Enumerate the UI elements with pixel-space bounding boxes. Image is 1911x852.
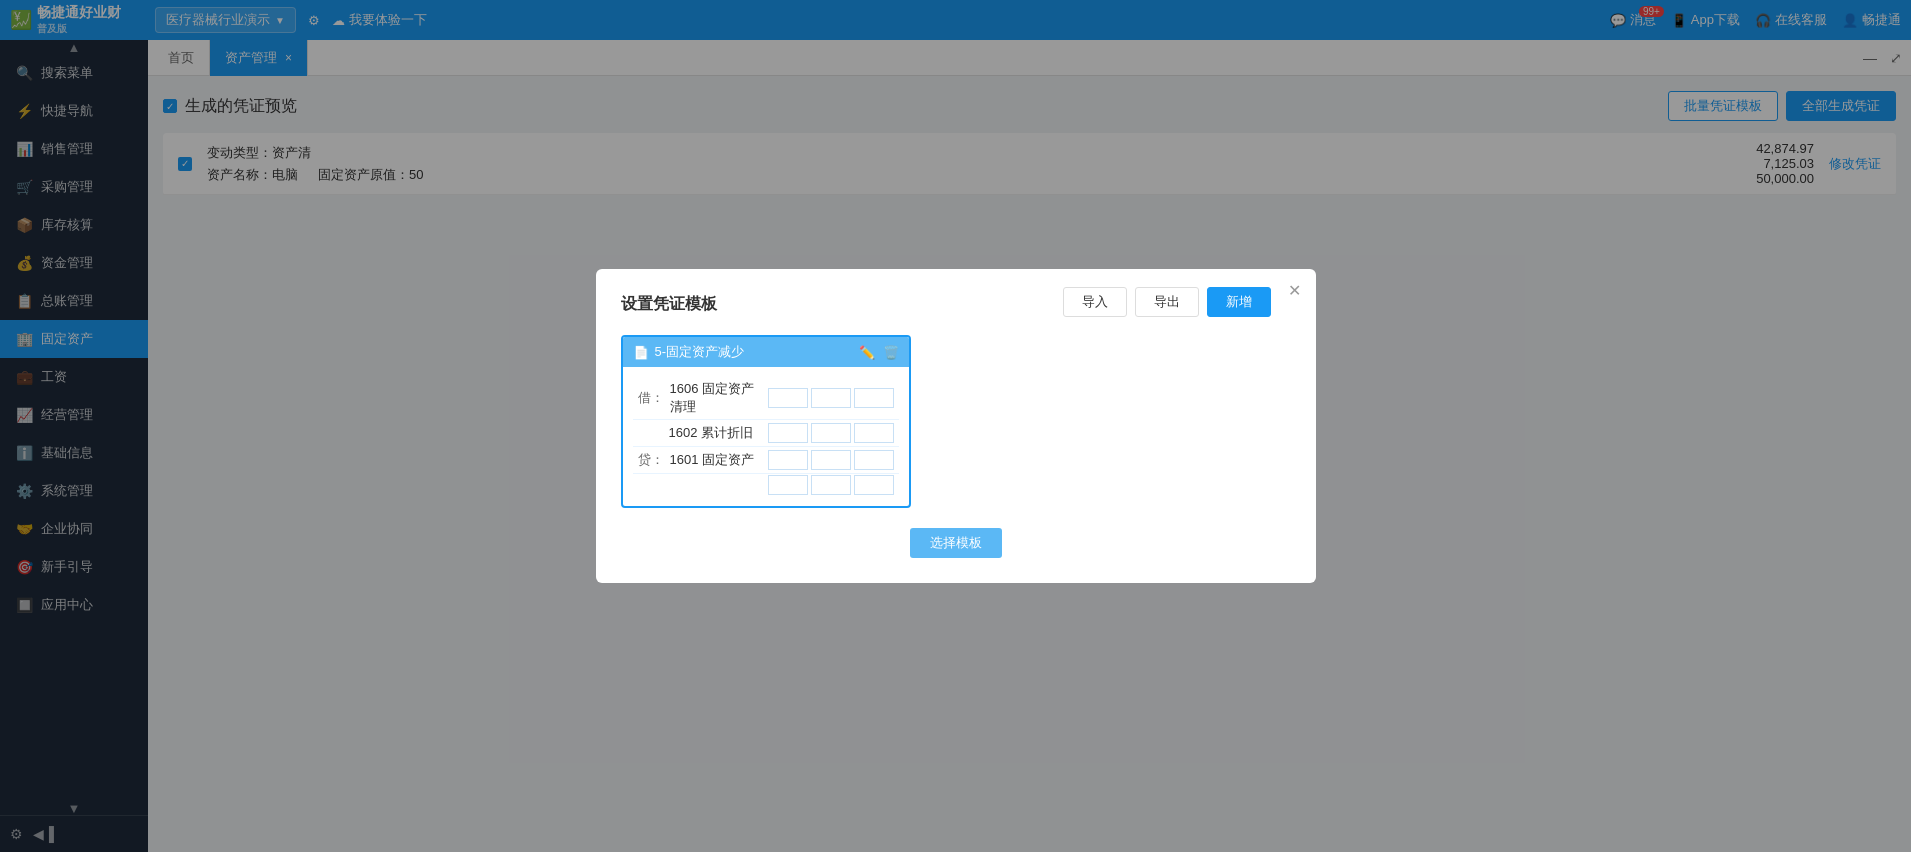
template-name: 5-固定资产减少 bbox=[655, 343, 745, 361]
template-card-body: 借： 1606 固定资产清理 1602 累计折旧 bbox=[623, 367, 909, 506]
col-box-11 bbox=[811, 475, 851, 495]
template-card: 📄 5-固定资产减少 ✏️ 🗑️ 借： 1606 固定资产清理 bbox=[621, 335, 911, 508]
col-box-3 bbox=[854, 388, 894, 408]
template-debit-row-2: 1602 累计折旧 bbox=[633, 420, 899, 447]
debit-cols-2 bbox=[768, 423, 894, 443]
col-box-12 bbox=[854, 475, 894, 495]
credit-account-1: 1601 固定资产 bbox=[670, 451, 762, 469]
modal-toolbar: 导入 导出 新增 bbox=[1063, 287, 1271, 317]
modal-overlay: 设置凭证模板 导入 导出 新增 ✕ 📄 5-固定资产减少 ✏️ 🗑️ 借： bbox=[0, 0, 1911, 852]
col-box-2 bbox=[811, 388, 851, 408]
template-header-icons: ✏️ 🗑️ bbox=[859, 345, 899, 360]
col-box-6 bbox=[854, 423, 894, 443]
template-debit-row-1: 借： 1606 固定资产清理 bbox=[633, 377, 899, 420]
template-credit-row-1: 贷： 1601 固定资产 bbox=[633, 447, 899, 474]
debit-cols-1 bbox=[768, 388, 894, 408]
col-box-9 bbox=[854, 450, 894, 470]
col-box-8 bbox=[811, 450, 851, 470]
col-box-4 bbox=[768, 423, 808, 443]
col-box-5 bbox=[811, 423, 851, 443]
col-box-1 bbox=[768, 388, 808, 408]
credit-label-1: 贷： bbox=[638, 451, 664, 469]
credit-cols-1 bbox=[768, 450, 894, 470]
modal-close-btn[interactable]: ✕ bbox=[1288, 281, 1301, 300]
template-header-left: 📄 5-固定资产减少 bbox=[633, 343, 745, 361]
export-btn[interactable]: 导出 bbox=[1135, 287, 1199, 317]
debit-account-1: 1606 固定资产清理 bbox=[670, 380, 762, 416]
debit-label-1: 借： bbox=[638, 389, 664, 407]
template-card-header: 📄 5-固定资产减少 ✏️ 🗑️ bbox=[623, 337, 909, 367]
empty-cols bbox=[768, 475, 894, 495]
template-edit-icon[interactable]: ✏️ bbox=[859, 345, 875, 360]
col-box-7 bbox=[768, 450, 808, 470]
debit-account-2: 1602 累计折旧 bbox=[644, 424, 762, 442]
modal-dialog: 设置凭证模板 导入 导出 新增 ✕ 📄 5-固定资产减少 ✏️ 🗑️ 借： bbox=[596, 269, 1316, 583]
template-delete-icon[interactable]: 🗑️ bbox=[883, 345, 899, 360]
new-btn[interactable]: 新增 bbox=[1207, 287, 1271, 317]
col-box-10 bbox=[768, 475, 808, 495]
template-empty-row bbox=[633, 474, 899, 496]
import-btn[interactable]: 导入 bbox=[1063, 287, 1127, 317]
select-template-btn[interactable]: 选择模板 bbox=[910, 528, 1002, 558]
template-doc-icon: 📄 bbox=[633, 345, 649, 360]
